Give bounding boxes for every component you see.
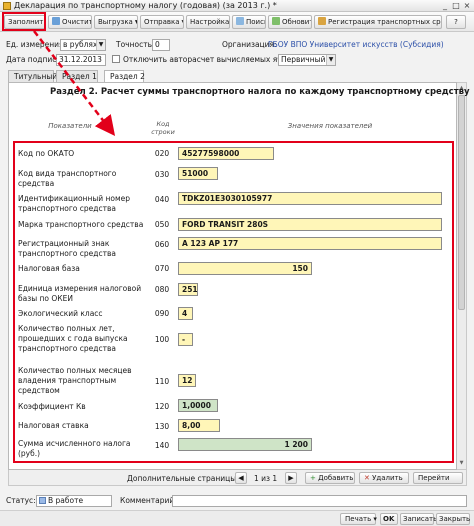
go-page-label: Перейти — [418, 474, 450, 482]
save-button[interactable]: Записать — [400, 513, 438, 525]
comment-field[interactable] — [172, 495, 467, 507]
comment-label: Комментарий: — [120, 496, 177, 505]
add-page-button[interactable]: + Добавить — [305, 472, 355, 484]
print-button[interactable]: Печать ▾ — [340, 513, 377, 525]
status-field[interactable]: В работе — [36, 495, 112, 507]
close-label: Закрыть — [439, 515, 471, 523]
ok-button[interactable]: OK — [380, 513, 398, 525]
close-button[interactable]: Закрыть — [436, 513, 470, 525]
delete-page-button[interactable]: ✕ Удалить — [359, 472, 409, 484]
annotation-arrow — [33, 30, 116, 136]
save-label: Записать — [403, 515, 438, 523]
ok-label: OK — [383, 515, 395, 523]
next-page-button[interactable]: ▶ — [285, 472, 297, 484]
bottom-bar: Печать ▾ OK Записать Закрыть — [0, 510, 474, 526]
prev-page-button[interactable]: ◀ — [235, 472, 247, 484]
plus-icon: + — [310, 474, 316, 482]
print-label: Печать — [345, 515, 372, 523]
delete-icon: ✕ — [364, 474, 370, 482]
status-label: Статус: — [6, 496, 36, 505]
add-page-label: Добавить — [318, 474, 354, 482]
extra-pages-label: Дополнительные страницы: — [127, 474, 239, 483]
arrow-line — [33, 30, 116, 136]
delete-page-label: Удалить — [372, 474, 403, 482]
status-value: В работе — [48, 496, 84, 505]
go-page-button[interactable]: Перейти — [413, 472, 463, 484]
pager-bar: Дополнительные страницы: ◀ 1 из 1 ▶ + До… — [8, 470, 467, 486]
document-icon — [39, 497, 46, 504]
page-counter: 1 из 1 — [254, 474, 278, 483]
